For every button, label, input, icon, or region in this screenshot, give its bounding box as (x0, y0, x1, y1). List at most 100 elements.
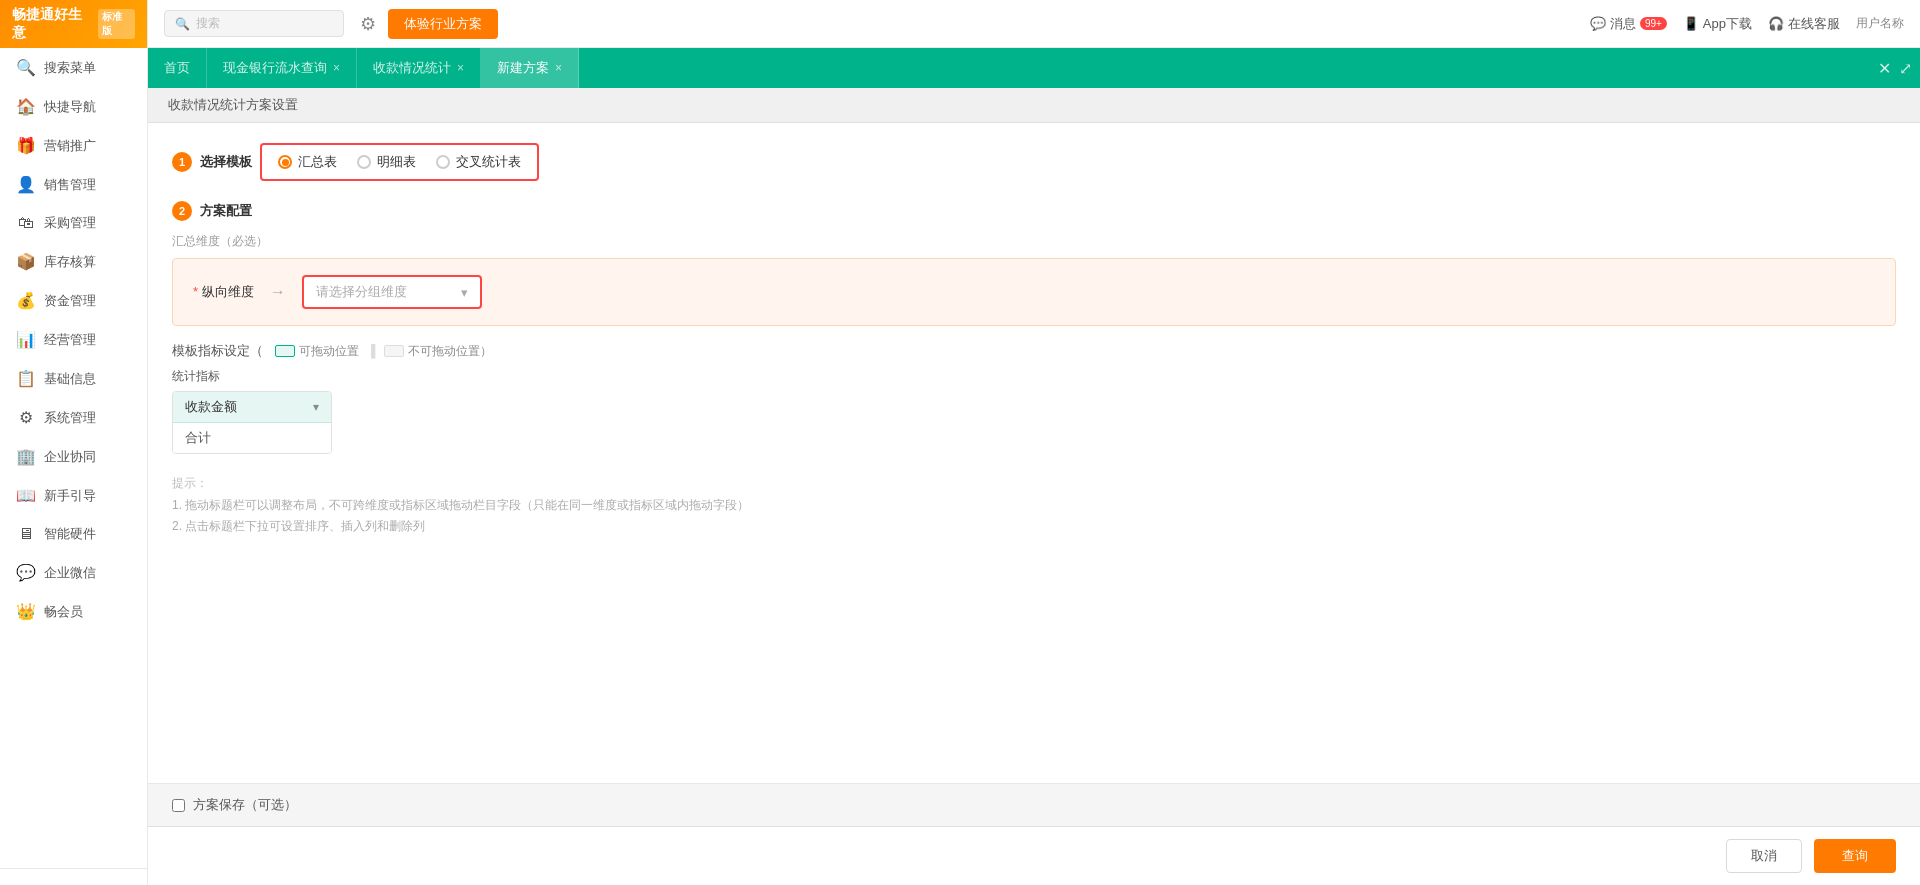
sidebar-label-smart-hw: 智能硬件 (44, 525, 96, 543)
dimension-arrow: → (270, 283, 286, 301)
sidebar-item-sales[interactable]: 👤销售管理 (0, 165, 147, 204)
sidebar-icon-guide: 📖 (16, 486, 36, 505)
sidebar-item-purchase[interactable]: 🛍采购管理 (0, 204, 147, 242)
main-area: 🔍 搜索 ⚙ 体验行业方案 💬 消息 99+ 📱 App下载 🎧 在线客服 用户… (148, 0, 1920, 885)
sidebar-item-finance[interactable]: 💰 资金管理 (0, 281, 147, 320)
stats-row-text: 合计 (185, 430, 211, 445)
topbar-search-placeholder: 搜索 (196, 15, 220, 32)
online-support-item[interactable]: 🎧 在线客服 (1768, 15, 1840, 33)
template-select-box: 汇总表 明细表 交叉统计表 (260, 143, 539, 181)
form-container: 1 选择模板 汇总表 明细表 (148, 123, 1920, 783)
legend-nodraggable: 不可拖动位置） (384, 343, 492, 360)
sidebar-label-marketing: 营销推广 (44, 137, 96, 155)
sidebar-label-member: 畅会员 (44, 603, 83, 621)
step1-badge: 1 (172, 152, 192, 172)
sidebar-item-smart-hw[interactable]: 🖥智能硬件 (0, 515, 147, 553)
expand-icon[interactable]: ⤢ (1899, 59, 1912, 78)
sidebar-label-corp-coop: 企业协同 (44, 448, 96, 466)
logo-text: 畅捷通好生意 (12, 6, 94, 42)
topbar: 🔍 搜索 ⚙ 体验行业方案 💬 消息 99+ 📱 App下载 🎧 在线客服 用户… (148, 0, 1920, 48)
step2-badge: 2 (172, 201, 192, 221)
radio-detail-label: 明细表 (377, 153, 416, 171)
dimension-area: * 纵向维度 → 请选择分组维度 ▾ (172, 258, 1896, 326)
tab-close-new-plan[interactable]: × (555, 61, 562, 75)
save-checkbox[interactable] (172, 799, 185, 812)
notification-icon: 💬 (1590, 16, 1606, 31)
notification-badge: 99+ (1640, 17, 1667, 30)
close-window-icon[interactable]: ✕ (1878, 59, 1891, 78)
tab-bank-flow[interactable]: 现金银行流水查询 × (207, 48, 357, 88)
tab-label-new-plan: 新建方案 (497, 59, 549, 77)
save-label: 方案保存（可选） (193, 796, 297, 814)
sidebar-icon-quick-nav: 🏠 (16, 97, 36, 116)
stats-table: 收款金额 ▾ 合计 (172, 391, 332, 454)
industry-btn[interactable]: 体验行业方案 (388, 9, 498, 39)
radio-cross-label: 交叉统计表 (456, 153, 521, 171)
username-display: 用户名称 (1856, 15, 1904, 32)
indicator-label: 模板指标设定（ (172, 342, 263, 360)
vertical-dim-text: 纵向维度 (202, 284, 254, 299)
dimension-dropdown[interactable]: 请选择分组维度 ▾ (302, 275, 482, 309)
logo-badge: 标准版 (98, 9, 135, 39)
tabbar: 首页现金银行流水查询×收款情况统计×新建方案× ✕ ⤢ (148, 48, 1920, 88)
tip-title: 提示： (172, 476, 208, 490)
dimension-dropdown-text: 请选择分组维度 (316, 283, 407, 301)
sidebar-icon-finance: 💰 (16, 291, 36, 310)
content-area: 收款情况统计方案设置 1 选择模板 汇总表 (148, 88, 1920, 885)
legend-sep: ▐ (367, 344, 376, 358)
dimension-row: * 纵向维度 → 请选择分组维度 ▾ (193, 275, 1875, 309)
legend-nodrag-box (384, 345, 404, 357)
app-download-item[interactable]: 📱 App下载 (1683, 15, 1752, 33)
topbar-search-box[interactable]: 🔍 搜索 (164, 10, 344, 37)
sidebar-label-finance: 资金管理 (44, 292, 96, 310)
legend-nodrag-label: 不可拖动位置） (408, 343, 492, 360)
sidebar-item-inventory[interactable]: 📦库存核算 (0, 242, 147, 281)
stats-table-header[interactable]: 收款金额 ▾ (173, 392, 331, 423)
sidebar-item-corp-coop[interactable]: 🏢企业协同 (0, 437, 147, 476)
notification-item[interactable]: 💬 消息 99+ (1590, 15, 1667, 33)
sidebar-icon-operations: 📊 (16, 330, 36, 349)
indicator-legend: 可拖动位置 ▐ 不可拖动位置） (275, 343, 492, 360)
cancel-button[interactable]: 取消 (1726, 839, 1802, 873)
vertical-dim-label: * 纵向维度 (193, 283, 254, 301)
step2-section: 2 方案配置 汇总维度（必选） * 纵向维度 → (172, 201, 1896, 538)
query-button[interactable]: 查询 (1814, 839, 1896, 873)
tab-close-bank-flow[interactable]: × (333, 61, 340, 75)
indicator-header-row: 模板指标设定（ 可拖动位置 ▐ 不可拖动位置） (172, 342, 1896, 360)
sidebar-item-corp-wechat[interactable]: 💬企业微信 (0, 553, 147, 592)
sidebar-item-guide[interactable]: 📖新手引导 (0, 476, 147, 515)
tab-label-bank-flow: 现金银行流水查询 (223, 59, 327, 77)
tab-label-home: 首页 (164, 59, 190, 77)
tab-home[interactable]: 首页 (148, 48, 207, 88)
online-support-label: 在线客服 (1788, 15, 1840, 33)
tab-close-payment-stats[interactable]: × (457, 61, 464, 75)
sidebar-item-basic-info[interactable]: 📋基础信息 (0, 359, 147, 398)
sidebar-icon-inventory: 📦 (16, 252, 36, 271)
support-icon: 🎧 (1768, 16, 1784, 31)
step2-header: 2 方案配置 (172, 201, 1896, 221)
tab-payment-stats[interactable]: 收款情况统计× (357, 48, 481, 88)
topbar-gear-icon[interactable]: ⚙ (360, 13, 376, 35)
breadcrumb: 收款情况统计方案设置 (148, 88, 1920, 123)
sidebar-item-member[interactable]: 👑畅会员 (0, 592, 147, 631)
dimension-config: 汇总维度（必选） * 纵向维度 → 请选择分组维度 ▾ (172, 233, 1896, 326)
sidebar-label-search-menu: 搜索菜单 (44, 59, 96, 77)
tip-line1: 1. 拖动标题栏可以调整布局，不可跨维度或指标区域拖动栏目字段（只能在同一维度或… (172, 495, 1896, 517)
sidebar-item-operations[interactable]: 📊经营管理 (0, 320, 147, 359)
stats-col-header: 收款金额 (185, 398, 237, 416)
dimension-label: 汇总维度（必选） (172, 233, 1896, 250)
notification-label: 消息 (1610, 15, 1636, 33)
sidebar-item-system[interactable]: ⚙系统管理 (0, 398, 147, 437)
tab-new-plan[interactable]: 新建方案 × (481, 48, 579, 88)
stats-label: 统计指标 (172, 368, 1896, 385)
sidebar-item-search-menu[interactable]: 🔍搜索菜单 (0, 48, 147, 87)
indicator-settings: 模板指标设定（ 可拖动位置 ▐ 不可拖动位置） (172, 342, 1896, 457)
radio-cross[interactable]: 交叉统计表 (436, 153, 521, 171)
radio-summary[interactable]: 汇总表 (278, 153, 337, 171)
sidebar-item-quick-nav[interactable]: 🏠快捷导航 (0, 87, 147, 126)
footer-bar: 取消 查询 (148, 826, 1920, 885)
radio-detail[interactable]: 明细表 (357, 153, 416, 171)
sidebar-bottom (0, 868, 147, 885)
sidebar-item-marketing[interactable]: 🎁营销推广 (0, 126, 147, 165)
dimension-label-text: 汇总维度（必选） (172, 234, 268, 248)
